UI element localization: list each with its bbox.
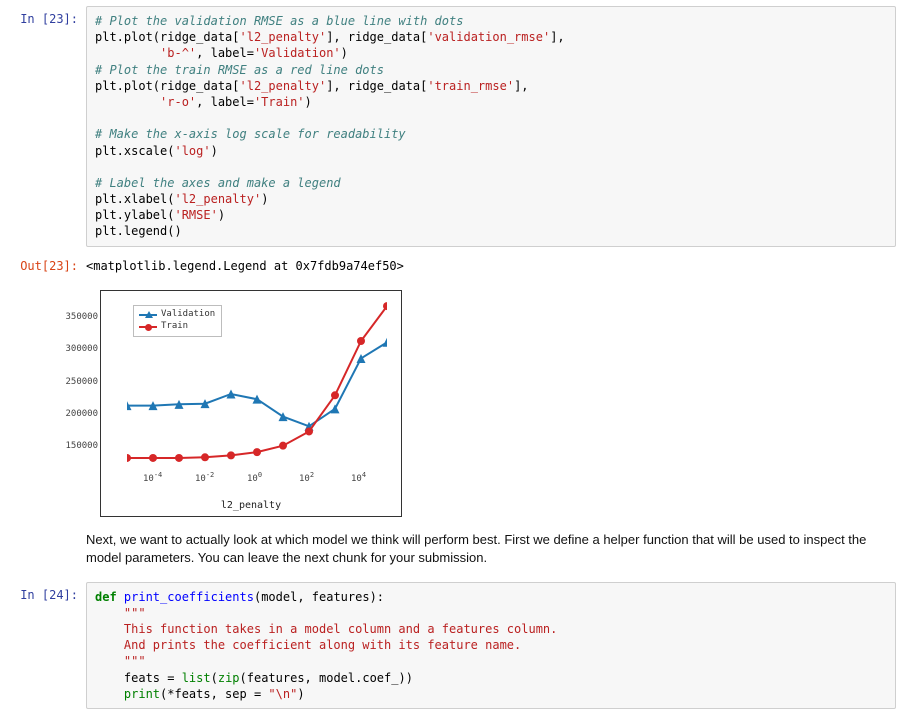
- code-string: 'Validation': [254, 46, 341, 60]
- code-text: plt.plot(ridge_data[: [95, 30, 240, 44]
- code-docstring: And prints the coefficient along with it…: [95, 638, 521, 652]
- code-string: 'Train': [254, 95, 305, 109]
- code-string: 'r-o': [160, 95, 196, 109]
- code-text: (model, features):: [254, 590, 384, 604]
- x-tick-label: 10-2: [195, 471, 214, 486]
- jupyter-notebook: In [23]: # Plot the validation RMSE as a…: [0, 0, 902, 725]
- code-text: ], ridge_data[: [326, 79, 427, 93]
- code-string: 'log': [174, 144, 210, 158]
- code-string: 'RMSE': [174, 208, 217, 222]
- y-tick-label: 250000: [58, 377, 98, 389]
- code-text: ): [211, 144, 218, 158]
- output-prompt-spacer: [6, 280, 86, 286]
- code-text: , label=: [196, 95, 254, 109]
- y-tick-label: 150000: [58, 441, 98, 453]
- x-tick-label: 102: [299, 471, 314, 486]
- code-string: 'b-^': [160, 46, 196, 60]
- x-tick-label: 100: [247, 471, 262, 486]
- triangle-icon: [145, 311, 153, 318]
- figure-output: RMSE 150000200000250000300000350000: [86, 280, 896, 517]
- y-tick-label: 350000: [58, 312, 98, 324]
- input-prompt-24: In [24]:: [6, 582, 86, 603]
- code-text: plt.xlabel(: [95, 192, 174, 206]
- code-keyword: def: [95, 590, 117, 604]
- code-string: "\n": [268, 687, 297, 701]
- output-repr-23: <matplotlib.legend.Legend at 0x7fdb9a74e…: [86, 253, 896, 275]
- code-text: [95, 687, 124, 701]
- code-string: 'l2_penalty': [240, 30, 327, 44]
- code-cell-23: In [23]: # Plot the validation RMSE as a…: [6, 6, 896, 247]
- x-axis-label: l2_penalty: [101, 485, 401, 516]
- code-text: ],: [550, 30, 564, 44]
- code-text: feats =: [95, 671, 182, 685]
- code-text: ): [297, 687, 304, 701]
- code-builtin: zip: [218, 671, 240, 685]
- circle-icon: [145, 324, 152, 331]
- output-cell-23-figure: RMSE 150000200000250000300000350000: [6, 280, 896, 517]
- code-text: (*feats, sep =: [160, 687, 268, 701]
- x-tick-label: 10-4: [143, 471, 162, 486]
- legend-label: Train: [161, 321, 188, 333]
- code-builtin: list: [182, 671, 211, 685]
- code-builtin: print: [124, 687, 160, 701]
- plot-frame: Validation Train 10-4 10-2 100 102 104: [100, 290, 402, 517]
- output-prompt-23: Out[23]:: [6, 253, 86, 274]
- code-text: (: [211, 671, 218, 685]
- code-docstring: This function takes in a model column an…: [95, 622, 557, 636]
- code-comment: # Plot the train RMSE as a red line dots: [95, 63, 384, 77]
- code-text: , label=: [196, 46, 254, 60]
- legend-item-validation: Validation: [139, 309, 215, 321]
- code-comment: # Label the axes and make a legend: [95, 176, 341, 190]
- code-text: ): [261, 192, 268, 206]
- code-text: (features, model.coef_)): [240, 671, 413, 685]
- code-text: [95, 95, 160, 109]
- code-string: 'train_rmse': [427, 79, 514, 93]
- code-string: 'validation_rmse': [427, 30, 550, 44]
- markdown-cell: Next, we want to actually look at which …: [6, 527, 896, 575]
- prompt-spacer: [6, 527, 86, 533]
- y-tick-label: 300000: [58, 344, 98, 356]
- code-text: plt.ylabel(: [95, 208, 174, 222]
- code-funcname: print_coefficients: [117, 590, 254, 604]
- code-docstring: """: [95, 606, 146, 620]
- code-string: 'l2_penalty': [240, 79, 327, 93]
- plot-region: Validation Train: [127, 299, 387, 467]
- x-tick-label: 104: [351, 471, 366, 486]
- chart-legend: Validation Train: [133, 305, 222, 337]
- code-input-24[interactable]: def print_coefficients(model, features):…: [86, 582, 896, 709]
- code-docstring: """: [95, 654, 146, 668]
- code-text: ],: [514, 79, 528, 93]
- code-text: plt.plot(ridge_data[: [95, 79, 240, 93]
- code-text: [95, 46, 160, 60]
- legend-item-train: Train: [139, 321, 215, 333]
- code-comment: # Make the x-axis log scale for readabil…: [95, 127, 406, 141]
- rmse-chart: RMSE 150000200000250000300000350000: [86, 290, 896, 517]
- legend-label: Validation: [161, 309, 215, 321]
- x-axis-ticks: 10-4 10-2 100 102 104: [127, 471, 387, 485]
- input-prompt-23: In [23]:: [6, 6, 86, 27]
- code-cell-24: In [24]: def print_coefficients(model, f…: [6, 582, 896, 709]
- markdown-text: Next, we want to actually look at which …: [86, 527, 896, 575]
- code-text: ): [305, 95, 312, 109]
- output-cell-23-text: Out[23]: <matplotlib.legend.Legend at 0x…: [6, 253, 896, 275]
- code-string: 'l2_penalty': [174, 192, 261, 206]
- code-text: plt.xscale(: [95, 144, 174, 158]
- code-text: ], ridge_data[: [326, 30, 427, 44]
- code-text: ): [341, 46, 348, 60]
- code-comment: # Plot the validation RMSE as a blue lin…: [95, 14, 463, 28]
- code-text: ): [218, 208, 225, 222]
- code-text: plt.legend(): [95, 224, 182, 238]
- y-tick-label: 200000: [58, 409, 98, 421]
- code-input-23[interactable]: # Plot the validation RMSE as a blue lin…: [86, 6, 896, 247]
